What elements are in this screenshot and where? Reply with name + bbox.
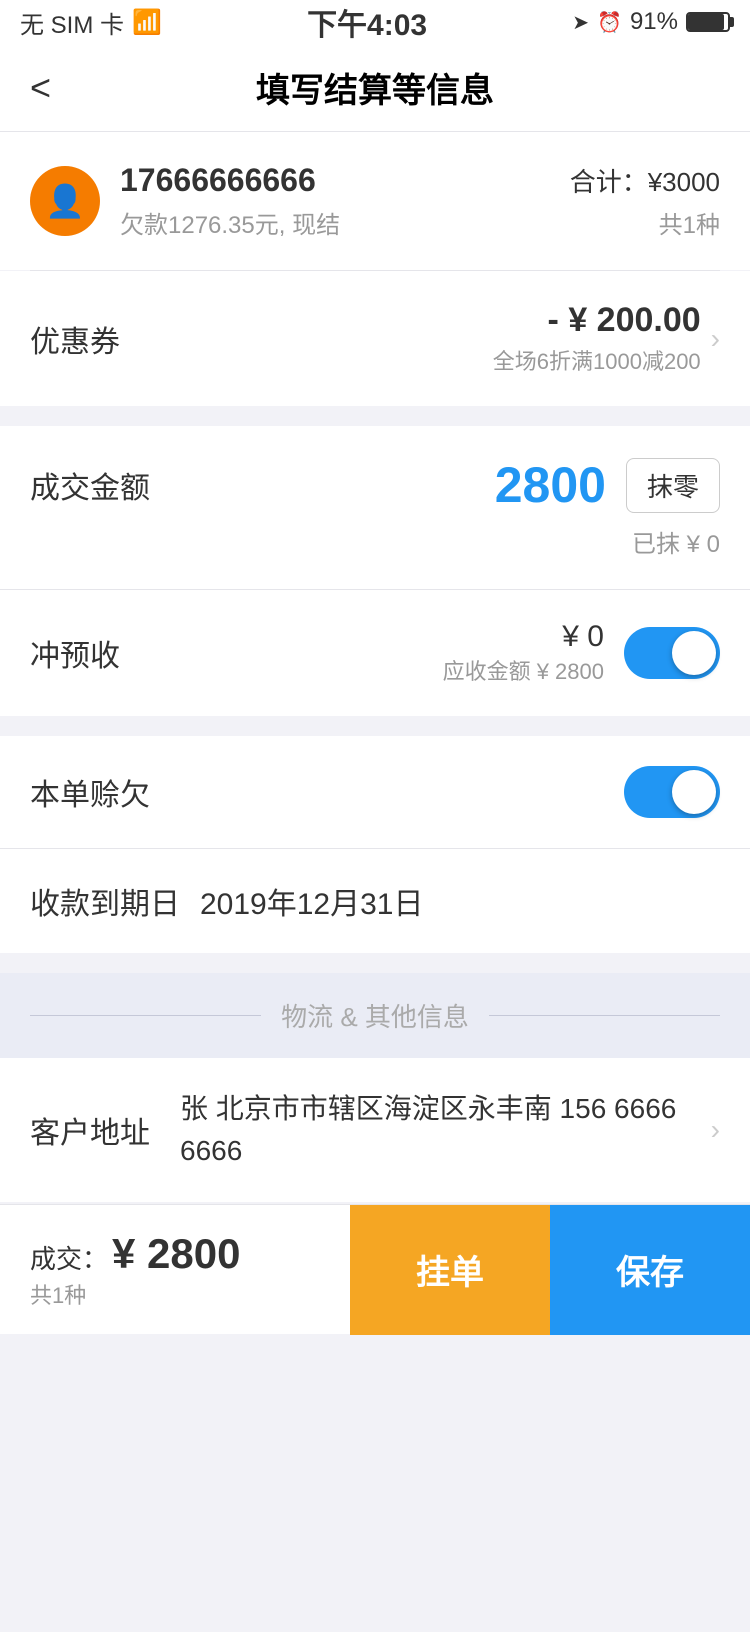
prepay-amount-block: ¥ 0 应收金额 ¥ 2800 bbox=[443, 620, 604, 686]
location-icon: ➤ bbox=[572, 10, 589, 35]
hold-button[interactable]: 挂单 bbox=[350, 1205, 550, 1335]
bottom-summary: 成交： ¥ 2800 共1种 bbox=[0, 1230, 350, 1310]
debit-toggle[interactable] bbox=[624, 766, 720, 818]
prepay-label: 冲预收 bbox=[30, 631, 120, 675]
deal-amount-label: 成交金额 bbox=[30, 463, 150, 507]
coupon-right-wrapper: - ¥ 200.00 全场6折满1000减200 › bbox=[493, 301, 720, 376]
status-right: ➤ ⏰ 91% bbox=[572, 8, 730, 36]
address-label: 客户地址 bbox=[30, 1108, 150, 1152]
wifi-icon: 📶 bbox=[132, 8, 162, 37]
coupon-row[interactable]: 优惠券 - ¥ 200.00 全场6折满1000减200 › bbox=[0, 271, 750, 406]
sep-line-right bbox=[489, 1015, 720, 1016]
nav-bar: < 填写结算等信息 bbox=[0, 44, 750, 132]
section-gap-2 bbox=[0, 716, 750, 736]
save-button[interactable]: 保存 bbox=[550, 1205, 750, 1335]
total-label: 合计：¥3000 bbox=[570, 162, 720, 199]
amount-right: 2800 抹零 bbox=[495, 456, 720, 514]
prepay-right: ¥ 0 应收金额 ¥ 2800 bbox=[443, 620, 720, 686]
status-left: 无 SIM 卡 📶 bbox=[20, 5, 162, 40]
avatar: 👤 bbox=[30, 166, 100, 236]
debit-section: 本单赊欠 bbox=[0, 736, 750, 848]
due-date-value: 2019年12月31日 bbox=[200, 879, 423, 923]
customer-phone: 17666666666 bbox=[120, 162, 340, 199]
alarm-icon: ⏰ bbox=[597, 10, 622, 35]
due-date-row: 收款到期日 2019年12月31日 bbox=[30, 879, 720, 923]
address-row[interactable]: 客户地址 张 北京市市辖区海淀区永丰南 156 6666 6666 › bbox=[0, 1058, 750, 1202]
customer-debt: 欠款1276.35元, 现结 bbox=[120, 205, 340, 240]
prepay-value: ¥ 0 bbox=[443, 620, 604, 654]
due-date-label: 收款到期日 bbox=[30, 879, 180, 923]
content-area: 👤 17666666666 欠款1276.35元, 现结 合计：¥3000 共1… bbox=[0, 132, 750, 1632]
status-time: 下午4:03 bbox=[307, 0, 427, 44]
bottom-deal-amount: ¥ 2800 bbox=[112, 1230, 240, 1278]
page-title: 填写结算等信息 bbox=[90, 63, 660, 112]
status-bar: 无 SIM 卡 📶 下午4:03 ➤ ⏰ 91% bbox=[0, 0, 750, 44]
logistics-label: 物流 & 其他信息 bbox=[281, 997, 469, 1034]
round-button[interactable]: 抹零 bbox=[626, 458, 720, 513]
prepay-row: 冲预收 ¥ 0 应收金额 ¥ 2800 bbox=[0, 589, 750, 716]
coupon-desc: 全场6折满1000减200 bbox=[493, 344, 701, 376]
battery-icon bbox=[686, 12, 730, 32]
section-gap-1 bbox=[0, 406, 750, 426]
carrier-text: 无 SIM 卡 bbox=[20, 5, 124, 40]
prepay-toggle[interactable] bbox=[624, 627, 720, 679]
bottom-deal-label: 成交： bbox=[30, 1239, 108, 1276]
battery-percent: 91% bbox=[630, 8, 678, 36]
due-date-section: 收款到期日 2019年12月31日 bbox=[0, 848, 750, 953]
logistics-separator: 物流 & 其他信息 bbox=[0, 973, 750, 1058]
section-gap-3 bbox=[0, 953, 750, 973]
amount-section: 成交金额 2800 抹零 已抹 ¥ 0 bbox=[0, 426, 750, 589]
address-chevron-wrapper: › bbox=[701, 1114, 720, 1146]
back-button[interactable]: < bbox=[30, 67, 90, 109]
coupon-label: 优惠券 bbox=[30, 317, 120, 361]
coupon-right: - ¥ 200.00 全场6折满1000减200 bbox=[493, 301, 701, 376]
coupon-amount: - ¥ 200.00 bbox=[493, 301, 701, 340]
bottom-bar: 成交： ¥ 2800 共1种 挂单 保存 bbox=[0, 1204, 750, 1334]
sep-line-left bbox=[30, 1015, 261, 1016]
prepay-sub: 应收金额 ¥ 2800 bbox=[443, 654, 604, 686]
debit-label: 本单赊欠 bbox=[30, 770, 150, 814]
customer-right: 合计：¥3000 共1种 bbox=[570, 162, 720, 240]
customer-info: 17666666666 欠款1276.35元, 现结 bbox=[120, 162, 340, 240]
chevron-right-icon: › bbox=[711, 323, 720, 355]
customer-card: 👤 17666666666 欠款1276.35元, 现结 合计：¥3000 共1… bbox=[0, 132, 750, 270]
bottom-count: 共1种 bbox=[30, 1278, 320, 1310]
address-value: 张 北京市市辖区海淀区永丰南 156 6666 6666 bbox=[180, 1088, 701, 1172]
total-count: 共1种 bbox=[570, 205, 720, 240]
avatar-icon: 👤 bbox=[45, 182, 85, 220]
customer-left: 👤 17666666666 欠款1276.35元, 现结 bbox=[30, 162, 340, 240]
deal-amount-value: 2800 bbox=[495, 456, 606, 514]
deal-amount-sub: 已抹 ¥ 0 bbox=[30, 524, 720, 559]
address-chevron-icon: › bbox=[711, 1114, 720, 1146]
amount-row: 成交金额 2800 抹零 bbox=[30, 456, 720, 514]
